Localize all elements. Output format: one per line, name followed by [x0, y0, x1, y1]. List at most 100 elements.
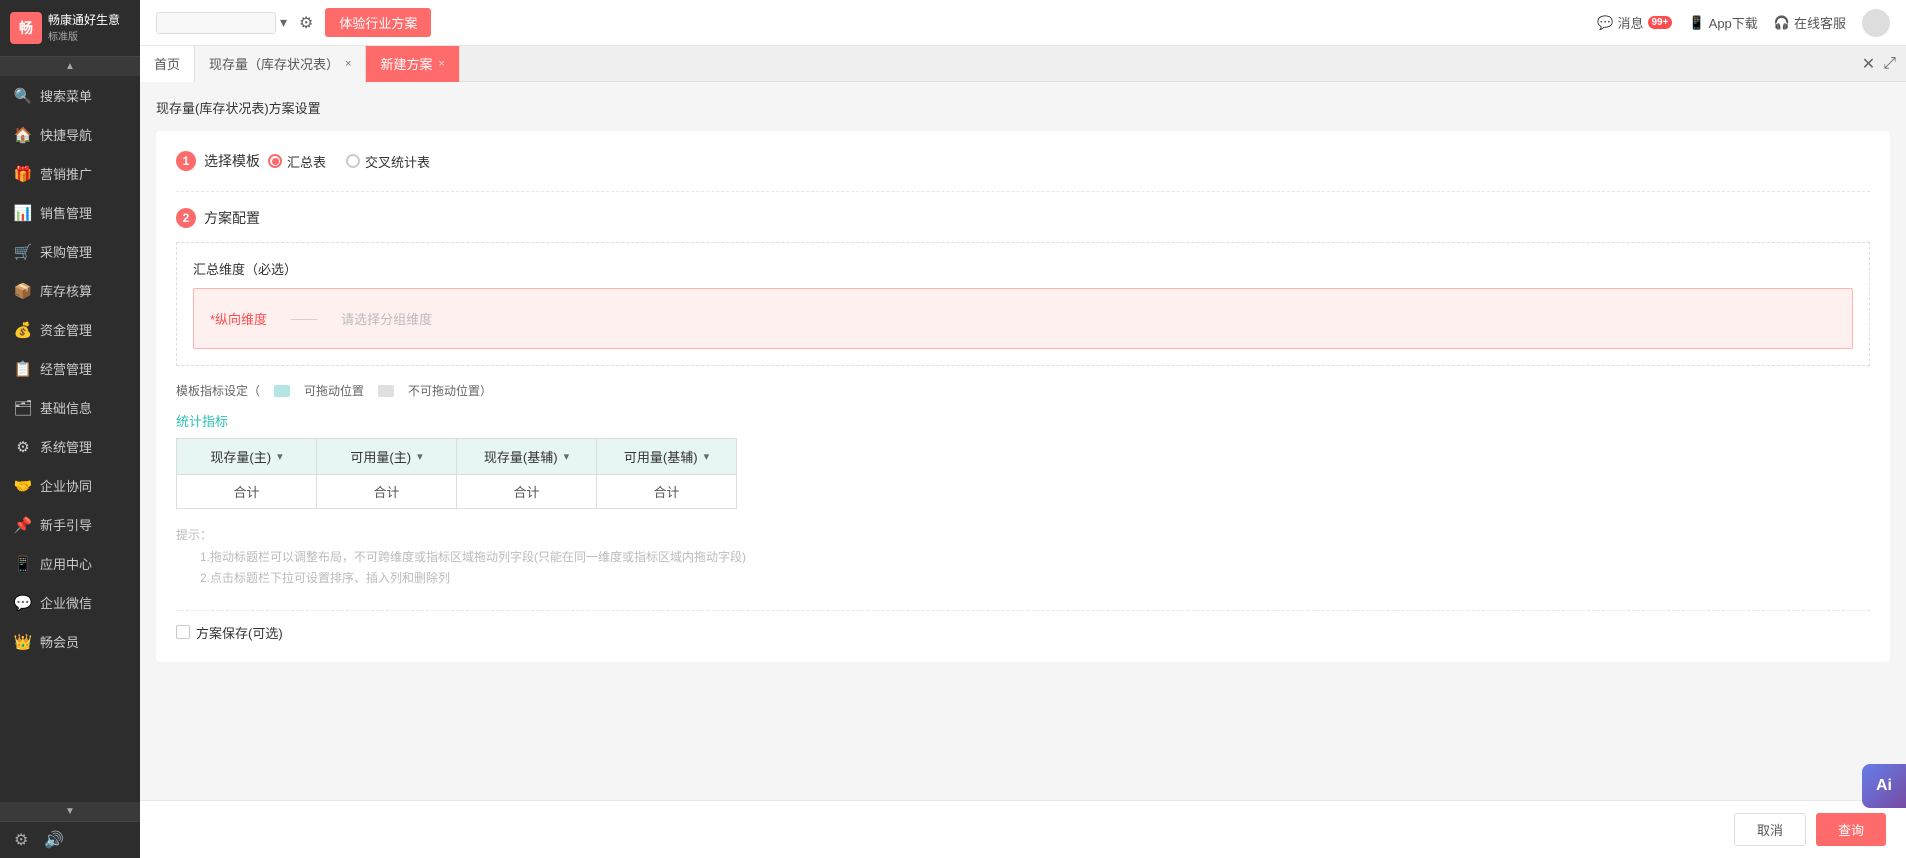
sidebar-item-label: 快捷导航	[40, 125, 92, 144]
page-title: 现存量(库存状况表)方案设置	[156, 98, 1890, 117]
sidebar-item-label: 营销推广	[40, 164, 92, 183]
col-3-label: 可用量(基辅)	[624, 447, 698, 466]
sidebar-item-apps[interactable]: 📱 应用中心	[0, 544, 140, 583]
col-header-1[interactable]: 可用量(主) ▾	[317, 439, 457, 475]
save-row: 方案保存(可选)	[176, 623, 1870, 642]
sidebar-item-label: 经营管理	[40, 359, 92, 378]
tip-1: 1.拖动标题栏可以调整布局，不可跨维度或指标区域拖动列字段(只能在同一维度或指标…	[176, 547, 1870, 569]
app-download-item[interactable]: 📱 App下载	[1688, 13, 1757, 32]
step1-header: 1 选择模板 汇总表 交叉统计表	[176, 151, 1870, 171]
sidebar-item-wechat[interactable]: 💬 企业微信	[0, 583, 140, 622]
mobile-icon: 📱	[14, 555, 32, 573]
col-header-3[interactable]: 可用量(基辅) ▾	[597, 439, 737, 475]
sidebar-item-sales[interactable]: 📊 销售管理	[0, 193, 140, 232]
table-cell-1: 合计	[317, 475, 457, 509]
money-icon: 💰	[14, 321, 32, 339]
step1-title: 选择模板	[204, 151, 260, 171]
sidebar-scroll-down[interactable]: ▼	[0, 802, 140, 821]
col-2-dropdown-icon[interactable]: ▾	[564, 450, 570, 463]
sidebar-item-finance[interactable]: 💰 资金管理	[0, 310, 140, 349]
sidebar-item-label: 系统管理	[40, 437, 92, 456]
tab-new-plan[interactable]: 新建方案 ×	[366, 46, 459, 82]
tab-new-plan-close-icon[interactable]: ×	[438, 58, 444, 70]
sidebar-item-operations[interactable]: 📋 经营管理	[0, 349, 140, 388]
col-0-dropdown-icon[interactable]: ▾	[277, 450, 283, 463]
content-area: 现存量(库存状况表)方案设置 1 选择模板 汇总表 交叉统计表	[140, 82, 1906, 800]
radio-summary-circle	[268, 154, 282, 168]
main-area: ▾ ⚙ 体验行业方案 💬 消息 99+ 📱 App下载 🎧 在线客服 首页	[140, 0, 1906, 858]
sidebar-item-label: 采购管理	[40, 242, 92, 261]
industry-plan-button[interactable]: 体验行业方案	[325, 8, 431, 37]
table-cell-0: 合计	[177, 475, 317, 509]
ai-float-button[interactable]: Ai	[1862, 764, 1906, 808]
dim-placeholder[interactable]: 请选择分组维度	[341, 309, 432, 328]
step2-badge: 2	[176, 208, 196, 228]
sidebar-item-member[interactable]: 👑 畅会员	[0, 622, 140, 661]
sound-icon[interactable]: 🔊	[44, 830, 64, 850]
table-cell-2: 合计	[457, 475, 597, 509]
stats-section-title: 统计指标	[176, 411, 1870, 430]
topbar-gear-icon[interactable]: ⚙	[299, 13, 313, 33]
stats-section: 统计指标 现存量(主) ▾	[176, 411, 1870, 509]
sidebar-item-system[interactable]: ⚙ 系统管理	[0, 427, 140, 466]
crown-icon: 👑	[14, 633, 32, 651]
search-dropdown-button[interactable]: ▾	[280, 14, 287, 31]
topbar-left: ▾ ⚙ 体验行业方案	[156, 8, 431, 37]
sidebar-item-cooperation[interactable]: 🤝 企业协同	[0, 466, 140, 505]
home-icon: 🏠	[14, 126, 32, 144]
box-icon: 📦	[14, 282, 32, 300]
gift-icon: 🎁	[14, 165, 32, 183]
tab-close-button[interactable]: ✕	[1860, 52, 1877, 76]
topbar-search: ▾	[156, 12, 287, 34]
col-3-dropdown-icon[interactable]: ▾	[704, 450, 710, 463]
sidebar-item-basic[interactable]: 🗂 基础信息	[0, 388, 140, 427]
search-input[interactable]	[156, 12, 276, 34]
topbar-right: 💬 消息 99+ 📱 App下载 🎧 在线客服	[1597, 9, 1890, 37]
tab-expand-button[interactable]: ⤢	[1881, 53, 1898, 75]
sidebar-item-label: 资金管理	[40, 320, 92, 339]
messages-label: 消息	[1617, 13, 1643, 32]
tab-inventory[interactable]: 现存量（库存状况表） ×	[195, 46, 366, 82]
settings-bottom-icon[interactable]: ⚙	[14, 830, 28, 850]
sidebar-item-search[interactable]: 🔍 搜索菜单	[0, 76, 140, 115]
user-avatar[interactable]	[1862, 9, 1890, 37]
sidebar-item-label: 销售管理	[40, 203, 92, 222]
summary-dimension-label: 汇总维度（必选）	[193, 259, 1853, 278]
col-header-2[interactable]: 现存量(基辅) ▾	[457, 439, 597, 475]
tab-home[interactable]: 首页	[140, 46, 195, 82]
sidebar-item-label: 搜索菜单	[40, 86, 92, 105]
sidebar-item-label: 应用中心	[40, 554, 92, 573]
radio-summary[interactable]: 汇总表	[268, 152, 326, 171]
save-checkbox[interactable]	[176, 625, 190, 639]
sidebar-item-label: 畅会员	[40, 632, 79, 651]
cancel-button[interactable]: 取消	[1734, 813, 1806, 846]
radio-cross-label: 交叉统计表	[365, 152, 430, 171]
tab-home-label: 首页	[154, 54, 180, 73]
col-0-label: 现存量(主)	[210, 447, 271, 466]
tab-inventory-close-icon[interactable]: ×	[345, 58, 351, 70]
tab-new-plan-label: 新建方案	[380, 54, 432, 73]
sidebar-item-marketing[interactable]: 🎁 营销推广	[0, 154, 140, 193]
sidebar-item-guide[interactable]: 📌 新手引导	[0, 505, 140, 544]
messages-item[interactable]: 💬 消息 99+	[1597, 13, 1672, 32]
online-service-item[interactable]: 🎧 在线客服	[1774, 13, 1846, 32]
gear-icon: ⚙	[14, 438, 32, 456]
sidebar-item-shortcut[interactable]: 🏠 快捷导航	[0, 115, 140, 154]
table-cell-3: 合计	[597, 475, 737, 509]
col-2-label: 现存量(基辅)	[484, 447, 558, 466]
sidebar-nav: 🔍 搜索菜单 🏠 快捷导航 🎁 营销推广 📊 销售管理 🛒 采购管理 📦 库存核…	[0, 76, 140, 802]
indicator-settings-label: 模板指标设定（	[176, 382, 260, 399]
radio-summary-label: 汇总表	[287, 152, 326, 171]
radio-cross[interactable]: 交叉统计表	[346, 152, 430, 171]
query-button[interactable]: 查询	[1816, 813, 1886, 846]
sidebar-scroll-up[interactable]: ▲	[0, 57, 140, 76]
sidebar-bottom: ⚙ 🔊	[0, 821, 140, 858]
step2-title: 方案配置	[204, 208, 260, 228]
sidebar-item-purchase[interactable]: 🛒 采购管理	[0, 232, 140, 271]
col-header-0[interactable]: 现存量(主) ▾	[177, 439, 317, 475]
col-1-dropdown-icon[interactable]: ▾	[417, 450, 423, 463]
step1-badge: 1	[176, 151, 196, 171]
search-icon: 🔍	[14, 87, 32, 105]
sidebar: 畅 畅康通好生意 标准版 ▲ 🔍 搜索菜单 🏠 快捷导航 🎁 营销推广 📊 销售…	[0, 0, 140, 858]
sidebar-item-inventory[interactable]: 📦 库存核算	[0, 271, 140, 310]
